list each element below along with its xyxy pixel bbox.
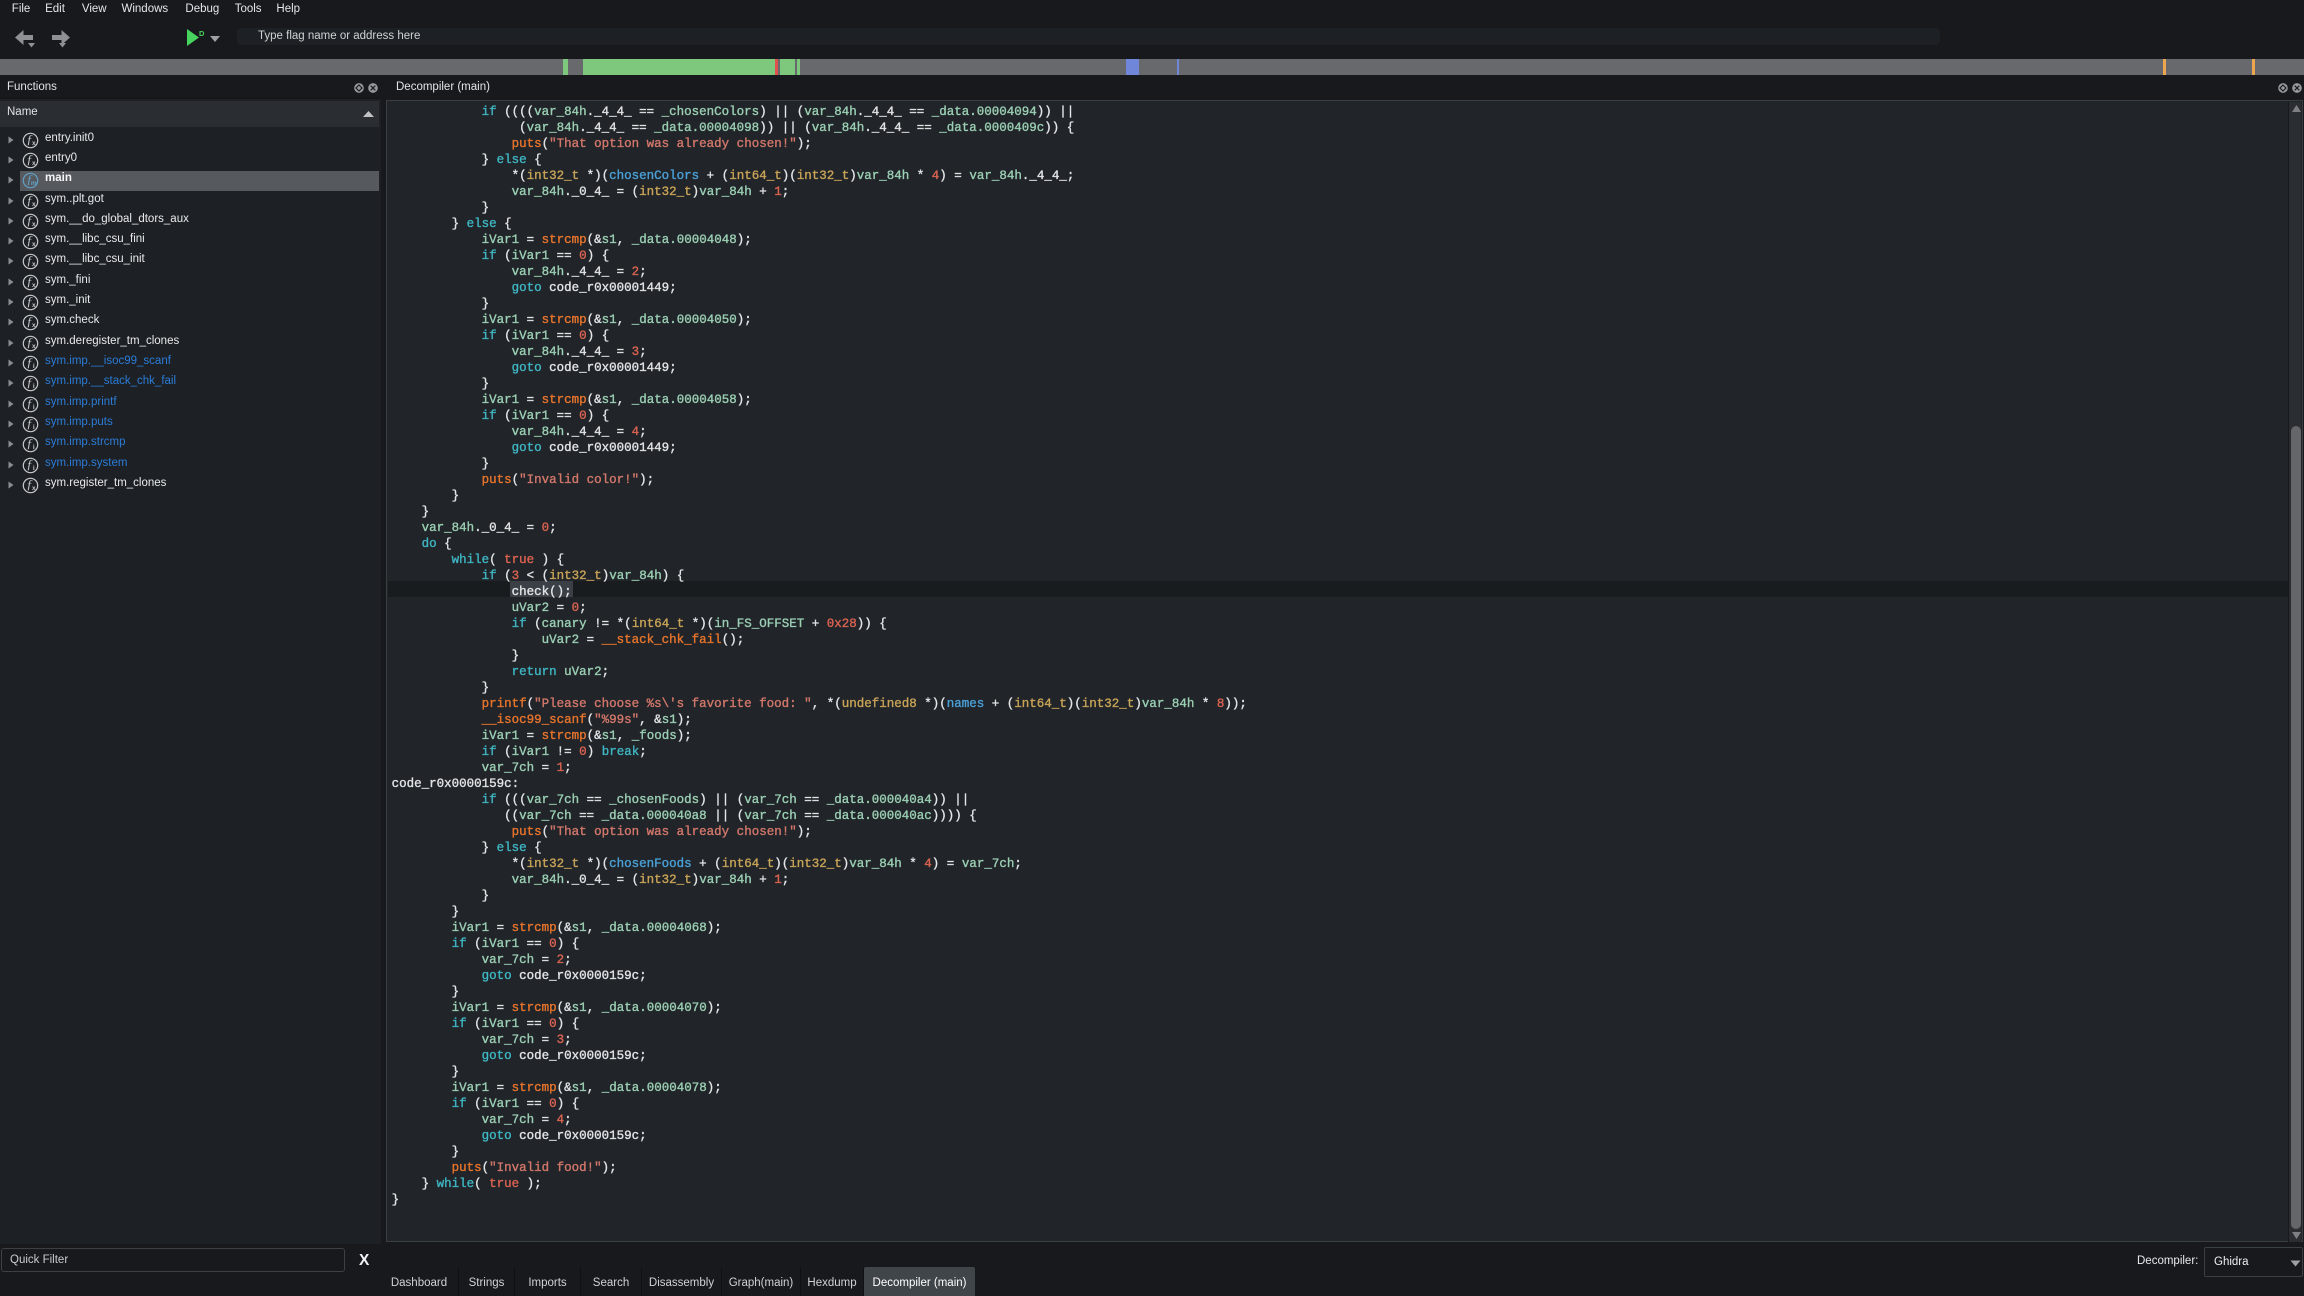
svg-text:ƒ: ƒ [26, 457, 33, 472]
svg-text:ƒ: ƒ [26, 355, 33, 370]
svg-text:x: x [32, 221, 36, 228]
svg-text:ƒ: ƒ [26, 396, 33, 411]
svg-text:ƒ: ƒ [26, 416, 33, 431]
svg-text:x: x [32, 160, 36, 167]
svg-text:x: x [32, 485, 36, 492]
svg-text:i: i [33, 424, 35, 431]
svg-text:x: x [32, 241, 36, 248]
svg-text:ƒ: ƒ [26, 436, 33, 451]
svg-text:x: x [32, 323, 36, 330]
svg-text:m: m [31, 180, 37, 187]
svg-text:x: x [32, 302, 36, 309]
svg-text:x: x [32, 140, 36, 147]
svg-text:i: i [33, 384, 35, 391]
svg-text:x: x [32, 262, 36, 269]
svg-text:x: x [32, 201, 36, 208]
svg-text:x: x [32, 343, 36, 350]
svg-text:D: D [199, 29, 205, 38]
svg-text:i: i [33, 363, 35, 370]
svg-text:i: i [33, 445, 35, 452]
svg-text:i: i [33, 404, 35, 411]
svg-text:ƒ: ƒ [26, 375, 33, 390]
svg-text:x: x [32, 282, 36, 289]
svg-text:i: i [33, 465, 35, 472]
